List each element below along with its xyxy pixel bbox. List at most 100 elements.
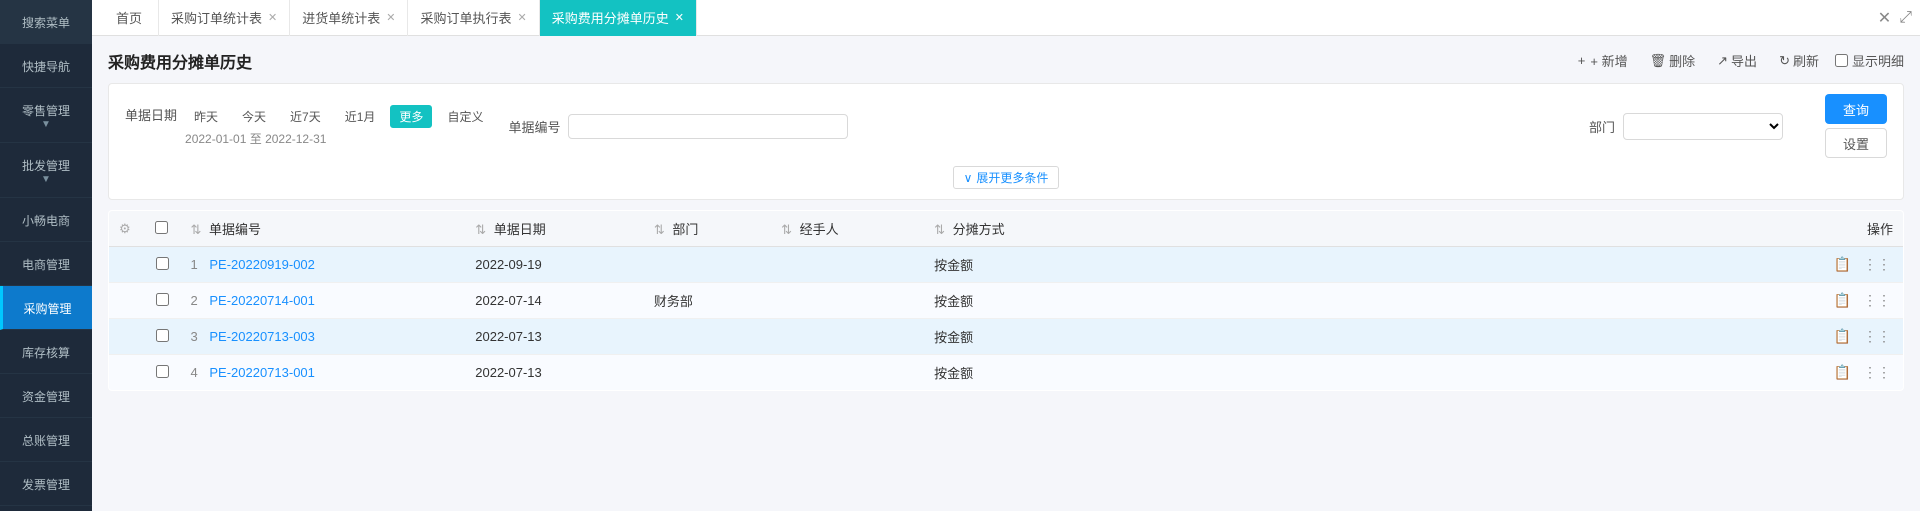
row-more-icon-2[interactable]: ⋮⋮ [1861, 326, 1893, 347]
row-edit-icon-1[interactable]: 📋 [1832, 290, 1853, 311]
add-icon: + [1578, 53, 1586, 68]
table-row: 4 PE-20220713-001 2022-07-13 按金额 📋 ⋮⋮ [109, 355, 1904, 391]
row-gear-0 [109, 247, 145, 283]
date-pill-1month[interactable]: 近1月 [336, 105, 385, 128]
th-operations: 操作 [1822, 211, 1904, 247]
tab-purchase-order-stats[interactable]: 采购订单统计表 ✕ [159, 0, 290, 36]
row-handler-1 [771, 283, 924, 319]
sidebar-item-ledger[interactable]: 总账管理 [0, 418, 92, 462]
export-button[interactable]: ↗ 导出 [1711, 48, 1763, 73]
tab-close-purchase-fee-history[interactable]: ✕ [675, 11, 684, 24]
dept-filter-group: 部门 [1589, 113, 1809, 140]
tab-close-goods-in-stats[interactable]: ✕ [386, 11, 395, 24]
date-pill-7days[interactable]: 近7天 [281, 105, 330, 128]
tab-close-purchase-order-exec[interactable]: ✕ [518, 11, 527, 24]
sort-icon-dept: ⇅ [654, 222, 665, 237]
query-set-group: 查询 设置 [1825, 94, 1887, 158]
row-select-1[interactable] [156, 293, 169, 306]
expand-conditions-button[interactable]: ∨ 展开更多条件 [953, 166, 1060, 189]
page-title: 采购费用分摊单历史 [108, 49, 252, 73]
row-select-0[interactable] [156, 257, 169, 270]
row-edit-icon-0[interactable]: 📋 [1832, 254, 1853, 275]
sidebar: 搜索菜单 快捷导航 零售管理 ▼ 批发管理 ▼ 小畅电商 电商管理 采购管理 库… [0, 0, 92, 511]
row-select-3[interactable] [156, 365, 169, 378]
set-button[interactable]: 设置 [1825, 128, 1887, 158]
sidebar-item-finance[interactable]: 资金管理 [0, 374, 92, 418]
date-pill-yesterday[interactable]: 昨天 [185, 105, 227, 128]
display-detail-checkbox[interactable] [1835, 54, 1848, 67]
tab-close-purchase-order-stats[interactable]: ✕ [268, 11, 277, 24]
query-button[interactable]: 查询 [1825, 94, 1887, 124]
row-ops-1: 📋 ⋮⋮ [1822, 283, 1904, 319]
close-window-icon[interactable]: ✕ [1878, 8, 1891, 28]
tabs-right: ✕ ⤢ [1878, 8, 1912, 28]
sidebar-item-wholesale[interactable]: 批发管理 ▼ [0, 143, 92, 198]
date-filter-group: 单据日期 昨天 今天 近7天 近1月 更多 自定义 2022-01-01 至 2… [125, 105, 492, 147]
row-bill-no-link-2[interactable]: PE-20220713-003 [209, 329, 315, 344]
table-row: 1 PE-20220919-002 2022-09-19 按金额 📋 ⋮⋮ [109, 247, 1904, 283]
th-gear: ⚙ [109, 211, 145, 247]
row-edit-icon-3[interactable]: 📋 [1832, 362, 1853, 383]
gear-icon[interactable]: ⚙ [119, 221, 131, 236]
row-checkbox-2 [145, 319, 181, 355]
row-bill-no-link-1[interactable]: PE-20220714-001 [209, 293, 315, 308]
sort-icon-handler: ⇅ [781, 222, 792, 237]
table-body: 1 PE-20220919-002 2022-09-19 按金额 📋 ⋮⋮ 2 … [109, 247, 1904, 391]
row-checkbox-1 [145, 283, 181, 319]
filter-row: 单据日期 昨天 今天 近7天 近1月 更多 自定义 2022-01-01 至 2… [125, 94, 1887, 158]
row-select-2[interactable] [156, 329, 169, 342]
table-row: 3 PE-20220713-003 2022-07-13 按金额 📋 ⋮⋮ [109, 319, 1904, 355]
tab-goods-in-stats[interactable]: 进货单统计表 ✕ [290, 0, 408, 36]
th-split-method: ⇅ 分摊方式 [924, 211, 1822, 247]
row-more-icon-3[interactable]: ⋮⋮ [1861, 362, 1893, 383]
page-content: 采购费用分摊单历史 + + 新增 🗑 删除 ↗ 导出 ↻ 刷新 [92, 36, 1920, 511]
date-range-display: 2022-01-01 至 2022-12-31 [185, 130, 492, 147]
row-dept-3 [644, 355, 771, 391]
sidebar-item-quick-nav[interactable]: 快捷导航 [0, 44, 92, 88]
delete-button[interactable]: 🗑 删除 [1644, 48, 1702, 73]
add-button[interactable]: + + 新增 [1572, 48, 1634, 73]
date-pill-more[interactable]: 更多 [390, 105, 432, 128]
row-more-icon-1[interactable]: ⋮⋮ [1861, 290, 1893, 311]
expand-row: ∨ 展开更多条件 [125, 166, 1887, 189]
row-edit-icon-2[interactable]: 📋 [1832, 326, 1853, 347]
tab-purchase-order-exec[interactable]: 采购订单执行表 ✕ [408, 0, 539, 36]
expand-window-icon[interactable]: ⤢ [1899, 9, 1912, 27]
row-more-icon-0[interactable]: ⋮⋮ [1861, 254, 1893, 275]
row-dept-1: 财务部 [644, 283, 771, 319]
row-handler-2 [771, 319, 924, 355]
tab-purchase-fee-history[interactable]: 采购费用分摊单历史 ✕ [540, 0, 697, 36]
bill-no-input[interactable] [568, 114, 848, 139]
date-filter-pills: 昨天 今天 近7天 近1月 更多 自定义 2022-01-01 至 2022-1… [185, 105, 492, 147]
refresh-button[interactable]: ↻ 刷新 [1773, 48, 1825, 73]
sidebar-item-retail[interactable]: 零售管理 ▼ [0, 88, 92, 143]
row-ops-0: 📋 ⋮⋮ [1822, 247, 1904, 283]
dept-select[interactable] [1623, 113, 1783, 140]
display-detail-checkbox-label[interactable]: 显示明细 [1835, 51, 1904, 70]
sidebar-item-invoice[interactable]: 发票管理 [0, 462, 92, 506]
row-split-method-1: 按金额 [924, 283, 1822, 319]
date-filter-label: 单据日期 [125, 105, 177, 124]
row-bill-no-link-3[interactable]: PE-20220713-001 [209, 365, 315, 380]
row-split-method-0: 按金额 [924, 247, 1822, 283]
data-table: ⚙ ⇅ 单据编号 ⇅ 单据日期 ⇅ 部门 [108, 210, 1904, 391]
tab-home[interactable]: 首页 [100, 0, 159, 36]
date-pill-today[interactable]: 今天 [233, 105, 275, 128]
date-pill-custom[interactable]: 自定义 [438, 105, 492, 128]
sidebar-item-ecommerce-small[interactable]: 小畅电商 [0, 198, 92, 242]
row-num-0: 1 PE-20220919-002 [181, 247, 466, 283]
th-bill-date: ⇅ 单据日期 [465, 211, 644, 247]
dept-label: 部门 [1589, 117, 1615, 136]
toolbar: + + 新增 🗑 删除 ↗ 导出 ↻ 刷新 显示明细 [1572, 48, 1904, 73]
table-row: 2 PE-20220714-001 2022-07-14 财务部 按金额 📋 ⋮… [109, 283, 1904, 319]
th-dept: ⇅ 部门 [644, 211, 771, 247]
select-all-checkbox[interactable] [155, 221, 168, 234]
sidebar-item-search[interactable]: 搜索菜单 [0, 0, 92, 44]
sidebar-item-inventory[interactable]: 库存核算 [0, 330, 92, 374]
sidebar-item-purchase[interactable]: 采购管理 [0, 286, 92, 330]
sidebar-item-ecommerce[interactable]: 电商管理 [0, 242, 92, 286]
bill-no-filter-group: 单据编号 [508, 114, 1573, 139]
row-bill-no-link-0[interactable]: PE-20220919-002 [209, 257, 315, 272]
bill-no-label: 单据编号 [508, 117, 560, 136]
th-bill-no: ⇅ 单据编号 [181, 211, 466, 247]
